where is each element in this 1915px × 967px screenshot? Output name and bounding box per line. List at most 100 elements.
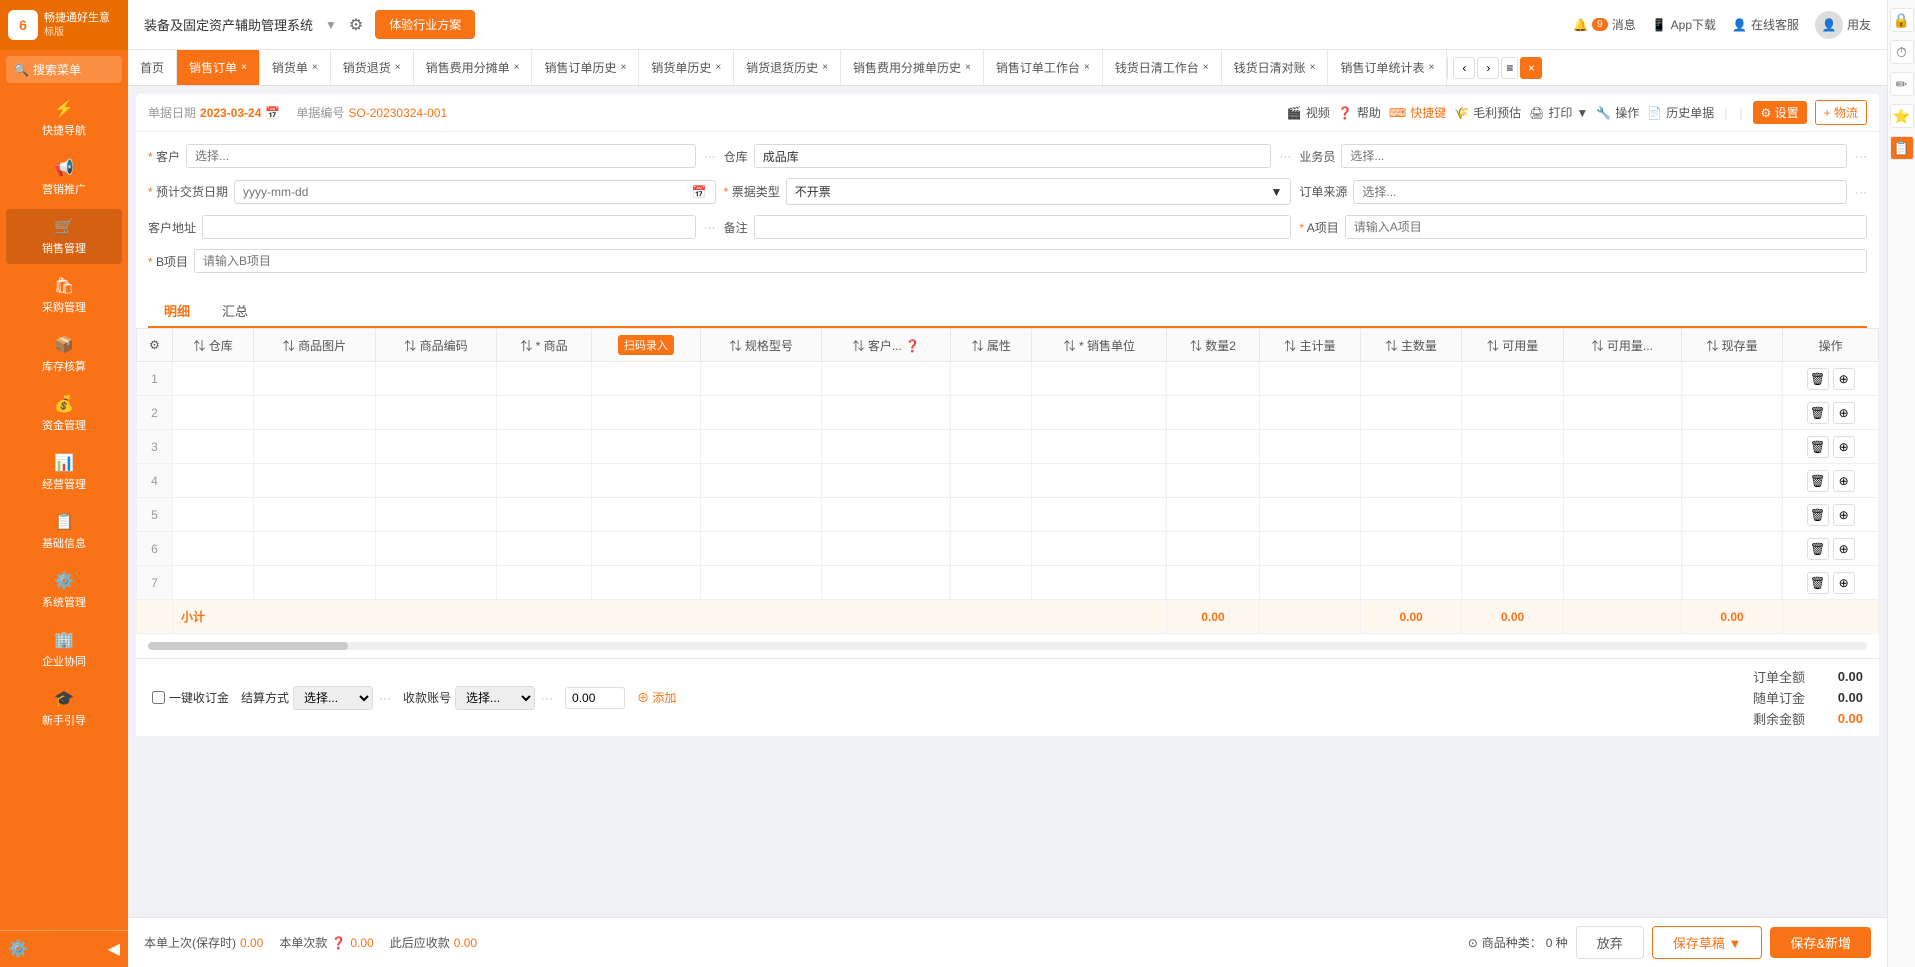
bank-account-select[interactable]: 选择...: [455, 686, 535, 710]
customer-more-icon[interactable]: ···: [704, 149, 716, 163]
sidebar-item-inventory[interactable]: 📦 库存核算: [6, 327, 122, 382]
user-item[interactable]: 👤 用友: [1815, 11, 1871, 39]
help-link[interactable]: ❓ 帮助: [1338, 104, 1381, 121]
history-link[interactable]: 📄 历史单据: [1647, 104, 1714, 121]
tab-sales-order-history[interactable]: 销售订单历史 ×: [532, 50, 639, 86]
row-copy-button[interactable]: ⊕: [1833, 470, 1855, 492]
print-link[interactable]: 🖨 打印 ▼: [1529, 104, 1588, 121]
settings-icon[interactable]: ⚙️: [8, 939, 28, 959]
payment-method-select[interactable]: 选择...: [293, 686, 373, 710]
remark-input[interactable]: [754, 215, 1292, 239]
sidebar-item-guide[interactable]: 🎓 新手引导: [6, 681, 122, 736]
tab-close-daily-reconcile[interactable]: ×: [1310, 62, 1316, 73]
collapse-icon[interactable]: ◀: [108, 939, 120, 959]
right-panel-clipboard-btn[interactable]: 📋: [1890, 136, 1914, 160]
table-scrollbar[interactable]: [136, 634, 1879, 658]
scan-button[interactable]: 扫码录入: [618, 335, 674, 355]
date-value[interactable]: 2023-03-24: [200, 106, 261, 120]
tab-close-sales-order[interactable]: ×: [241, 62, 247, 73]
row-delete-button[interactable]: 🗑: [1807, 368, 1829, 390]
row-delete-button[interactable]: 🗑: [1807, 436, 1829, 458]
tab-sales-stats[interactable]: 销售订单统计表 ×: [1328, 50, 1447, 86]
address-more-icon[interactable]: ···: [704, 220, 716, 234]
gear-icon[interactable]: ⚙: [349, 15, 363, 35]
tab-close-sales-order-history[interactable]: ×: [620, 62, 626, 73]
row-delete-button[interactable]: 🗑: [1807, 504, 1829, 526]
sidebar-item-marketing[interactable]: 📢 营销推广: [6, 150, 122, 205]
row-spec[interactable]: [700, 362, 822, 396]
save-new-button[interactable]: 保存&新增: [1770, 927, 1871, 958]
profit-link[interactable]: 🌾 毛利预估: [1454, 104, 1521, 121]
sidebar-item-capital[interactable]: 💰 资金管理: [6, 386, 122, 441]
tab-close-sales-return[interactable]: ×: [395, 62, 401, 73]
save-draft-button[interactable]: 保存草稿 ▼: [1652, 926, 1763, 959]
sidebar-item-operation[interactable]: 📊 经营管理: [6, 445, 122, 500]
right-panel-lock-btn[interactable]: 🔒: [1890, 8, 1914, 32]
print-arrow[interactable]: ▼: [1576, 106, 1588, 120]
app-download-item[interactable]: 📱 App下载: [1652, 16, 1716, 33]
customer-input[interactable]: [186, 144, 696, 168]
tab-daily-reconcile[interactable]: 钱货日清对账 ×: [1222, 50, 1329, 86]
tab-sales-slip-history[interactable]: 销货单历史 ×: [639, 50, 734, 86]
th-available2[interactable]: ⇅ 可用量...: [1563, 329, 1681, 362]
th-qty2[interactable]: ⇅ 数量2: [1167, 329, 1259, 362]
th-scan[interactable]: 扫码录入: [591, 329, 700, 362]
row-copy-button[interactable]: ⊕: [1833, 572, 1855, 594]
tab-close-daily-workbench[interactable]: ×: [1203, 62, 1209, 73]
tab-sales-slip[interactable]: 销货单 ×: [260, 50, 331, 86]
staff-input[interactable]: [1341, 144, 1847, 168]
tab-close-sales-slip[interactable]: ×: [312, 62, 318, 73]
row-copy-button[interactable]: ⊕: [1833, 538, 1855, 560]
tab-order-workbench[interactable]: 销售订单工作台 ×: [984, 50, 1103, 86]
tab-close-order-workbench[interactable]: ×: [1084, 62, 1090, 73]
form-tab-summary[interactable]: 汇总: [206, 295, 264, 326]
th-stock[interactable]: ⇅ 现存量: [1681, 329, 1782, 362]
amount-input[interactable]: [565, 687, 625, 709]
view-link[interactable]: 🎬 视频: [1287, 104, 1330, 121]
th-product[interactable]: ⇅ * 商品: [497, 329, 592, 362]
bank-account-more[interactable]: ···: [541, 691, 553, 705]
delivery-date-text[interactable]: [243, 185, 688, 199]
settings-button[interactable]: ⚙ 设置: [1753, 101, 1807, 124]
right-panel-star-btn[interactable]: ⭐: [1890, 104, 1914, 128]
right-panel-edit-btn[interactable]: ✏: [1890, 72, 1914, 96]
customer-address-input[interactable]: [202, 215, 696, 239]
notification-item[interactable]: 🔔 9 消息: [1573, 16, 1636, 33]
one-key-payment-checkbox[interactable]: 一键收订金: [152, 689, 229, 706]
tab-close-sales-stats[interactable]: ×: [1428, 62, 1434, 73]
row-attr[interactable]: [951, 362, 1032, 396]
row-copy-button[interactable]: ⊕: [1833, 368, 1855, 390]
add-button[interactable]: ⊕ 添加: [637, 689, 676, 706]
row-delete-button[interactable]: 🗑: [1807, 538, 1829, 560]
row-delete-button[interactable]: 🗑: [1807, 470, 1829, 492]
row-unit[interactable]: [1032, 362, 1167, 396]
staff-more-icon[interactable]: ···: [1855, 149, 1867, 163]
tab-daily-workbench[interactable]: 钱货日清工作台 ×: [1103, 50, 1222, 86]
th-unit[interactable]: ⇅ * 销售单位: [1032, 329, 1167, 362]
tab-sales-return-history[interactable]: 销货退货历史 ×: [734, 50, 841, 86]
tab-close-all-button[interactable]: ×: [1520, 57, 1542, 79]
order-source-input[interactable]: [1353, 180, 1847, 204]
row-warehouse[interactable]: [173, 362, 254, 396]
calendar-icon2[interactable]: 📅: [692, 185, 707, 199]
payment-method-more[interactable]: ···: [379, 691, 391, 705]
tab-sales-order[interactable]: 销售订单 ×: [177, 50, 260, 86]
th-warehouse[interactable]: ⇅ 仓库: [173, 329, 254, 362]
th-settings[interactable]: ⚙: [137, 329, 173, 362]
sidebar-item-system[interactable]: ⚙️ 系统管理: [6, 563, 122, 618]
online-service-item[interactable]: 👤 在线客服: [1732, 16, 1799, 33]
sidebar-item-basic[interactable]: 📋 基础信息: [6, 504, 122, 559]
tab-expense-history[interactable]: 销售费用分摊单历史 ×: [841, 50, 984, 86]
th-code[interactable]: ⇅ 商品编码: [375, 329, 497, 362]
tab-close-sales-expense[interactable]: ×: [514, 62, 520, 73]
delivery-date-input[interactable]: 📅: [234, 180, 716, 204]
one-key-checkbox-input[interactable]: [152, 691, 165, 704]
tab-home[interactable]: 首页: [128, 50, 177, 86]
discard-button[interactable]: 放弃: [1576, 926, 1644, 959]
th-main-qty[interactable]: ⇅ 主数量: [1361, 329, 1462, 362]
b-project-input[interactable]: [194, 249, 1867, 273]
search-menu-button[interactable]: 🔍 搜索菜单: [6, 56, 122, 83]
calendar-icon[interactable]: 📅: [265, 106, 280, 120]
form-tab-detail[interactable]: 明细: [148, 295, 206, 328]
topbar-arrow[interactable]: ▼: [325, 18, 337, 32]
